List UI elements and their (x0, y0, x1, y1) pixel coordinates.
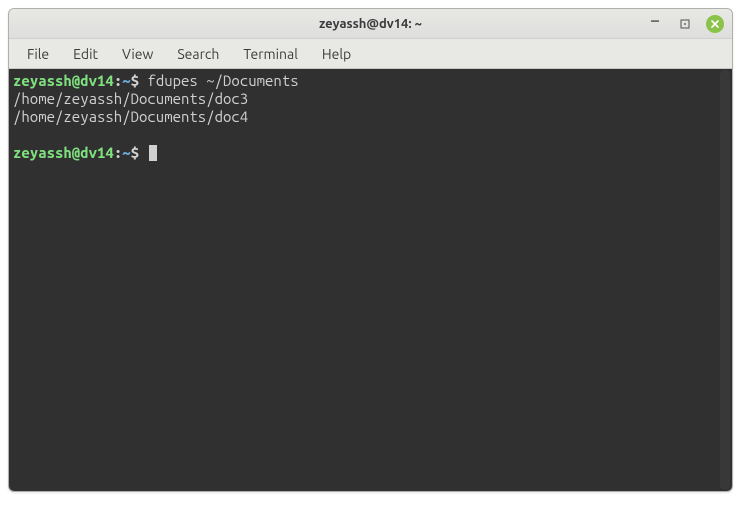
cursor (149, 145, 157, 161)
prompt-sep: : (114, 144, 122, 161)
prompt-dollar: $ (131, 144, 139, 161)
prompt-path: ~ (122, 72, 130, 89)
prompt-user: zeyassh@dv14 (13, 72, 114, 89)
menu-edit[interactable]: Edit (61, 42, 110, 66)
window-title: zeyassh@dv14: ~ (319, 17, 422, 31)
menubar: File Edit View Search Terminal Help (9, 39, 732, 69)
menu-file[interactable]: File (15, 42, 61, 66)
terminal-line (13, 126, 728, 144)
prompt-user: zeyassh@dv14 (13, 144, 114, 161)
menu-help[interactable]: Help (310, 42, 363, 66)
output-text: /home/zeyassh/Documents/doc4 (13, 108, 248, 125)
menu-search[interactable]: Search (165, 42, 231, 66)
terminal-window: zeyassh@dv14: ~ – File Edit View Search … (8, 8, 733, 492)
prompt-path: ~ (122, 144, 130, 161)
terminal-line: zeyassh@dv14:~$ fdupes ~/Documents (13, 72, 728, 90)
prompt-sep: : (114, 72, 122, 89)
titlebar[interactable]: zeyassh@dv14: ~ – (9, 9, 732, 39)
terminal-body[interactable]: zeyassh@dv14:~$ fdupes ~/Documents/home/… (9, 69, 732, 491)
scroll-thumb[interactable] (720, 70, 730, 490)
maximize-icon (680, 19, 690, 29)
minimize-button[interactable]: – (646, 15, 664, 33)
menu-terminal[interactable]: Terminal (231, 42, 310, 66)
close-button[interactable] (706, 15, 724, 33)
terminal-line: /home/zeyassh/Documents/doc3 (13, 90, 728, 108)
output-text: /home/zeyassh/Documents/doc3 (13, 90, 248, 107)
prompt-dollar: $ (131, 72, 139, 89)
maximize-button[interactable] (676, 15, 694, 33)
terminal-line: zeyassh@dv14:~$ (13, 144, 728, 162)
menu-view[interactable]: View (110, 42, 165, 66)
window-controls: – (646, 9, 724, 39)
close-icon (710, 19, 720, 29)
terminal-line: /home/zeyassh/Documents/doc4 (13, 108, 728, 126)
command-text: fdupes ~/Documents (139, 72, 299, 89)
scrollbar[interactable] (719, 70, 731, 490)
